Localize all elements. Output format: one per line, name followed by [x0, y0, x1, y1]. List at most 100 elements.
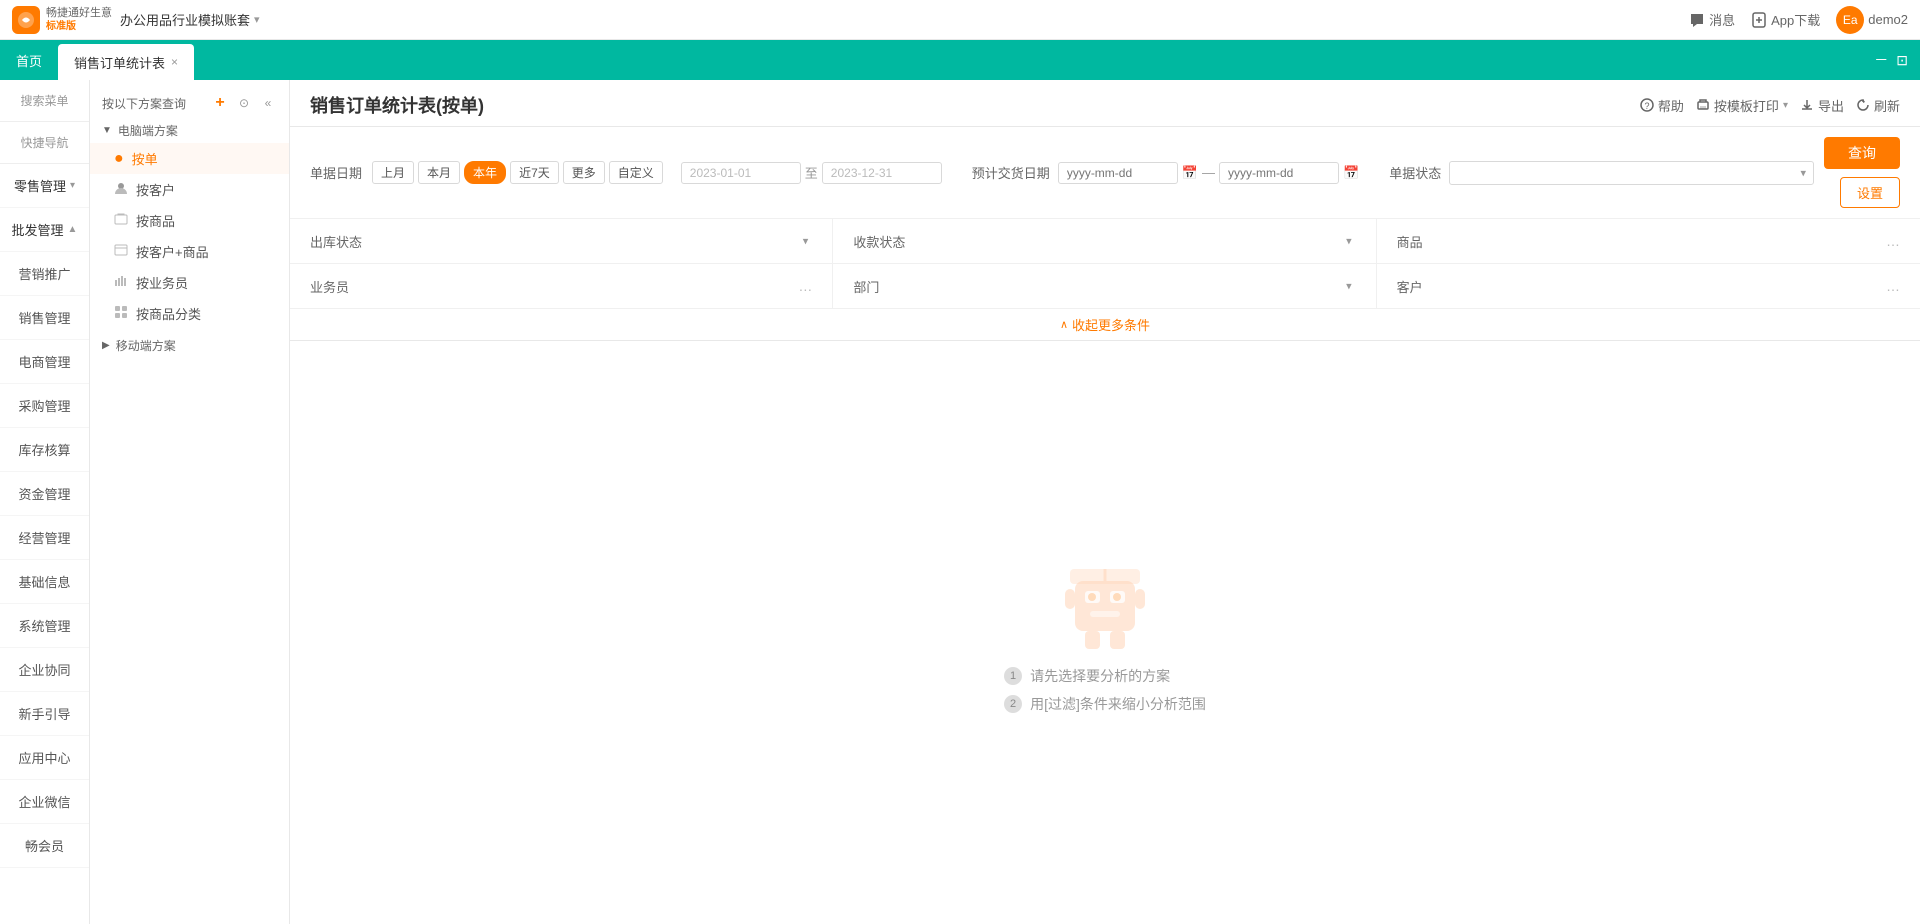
by-salesperson-icon	[114, 274, 128, 291]
doc-status-select-wrapper	[1449, 161, 1814, 185]
right-panel: 销售订单统计表(按单) ? 帮助 按模板打印 ▾ 导出	[290, 80, 1920, 924]
empty-illustration	[1055, 551, 1155, 654]
top-bar-right: 消息 App下载 Ea demo2	[1689, 6, 1908, 34]
doc-status-area: 单据状态	[1389, 161, 1814, 185]
tab-home[interactable]: 首页	[0, 40, 58, 80]
receipt-status-dropdown	[913, 230, 1355, 252]
sidebar-item-wechat[interactable]: 企业微信	[0, 780, 89, 824]
salesperson-input[interactable]	[357, 274, 798, 298]
expected-date-from-input[interactable]	[1058, 162, 1178, 184]
edit-scheme-button[interactable]: ⊙	[235, 94, 253, 112]
logo-area: 畅捷通好生意 标准版	[12, 6, 112, 34]
customer-input[interactable]	[1431, 274, 1886, 298]
collapse-up-icon: ∧	[1060, 318, 1068, 331]
refresh-button[interactable]: 刷新	[1856, 96, 1900, 115]
window-minimize-icon[interactable]: －	[1874, 50, 1888, 70]
this-month-button[interactable]: 本月	[418, 161, 460, 184]
receipt-status-select[interactable]	[913, 230, 1355, 252]
tab-close-icon[interactable]: ×	[171, 55, 178, 69]
sidebar-item-enterprise[interactable]: 企业协同	[0, 648, 89, 692]
tab-sales-order-stats[interactable]: 销售订单统计表 ×	[58, 44, 194, 80]
filter-row-2: 出库状态 收款状态 商品 …	[290, 219, 1920, 264]
scheme-by-customer-product[interactable]: 按客户+商品	[90, 236, 289, 267]
by-customer-icon	[114, 181, 128, 198]
receipt-status-cell: 收款状态	[833, 219, 1376, 263]
collapse-filters-button[interactable]: ∧ 收起更多条件	[290, 309, 1920, 340]
retail-arrow-icon: ▾	[70, 180, 75, 191]
avatar: Ea	[1836, 6, 1864, 34]
date-range: 至	[681, 162, 942, 184]
ship-status-dropdown	[370, 230, 812, 252]
sidebar-item-inventory[interactable]: 库存核算	[0, 428, 89, 472]
empty-tips: 1 请先选择要分析的方案 2 用[过滤]条件来缩小分析范围	[1004, 666, 1206, 714]
chevron-down-icon: ▾	[254, 13, 260, 26]
product-more-icon[interactable]: …	[1886, 233, 1900, 249]
scheme-by-salesperson[interactable]: 按业务员	[90, 267, 289, 298]
sidebar-search[interactable]: 搜索菜单	[0, 80, 89, 122]
collapse-panel-button[interactable]: «	[259, 94, 277, 112]
sidebar: 搜索菜单 快捷导航 零售管理 ▾ 批发管理 ▲ 营销推广 销售管理 电商管理 采…	[0, 80, 90, 924]
settings-button[interactable]: 设置	[1840, 177, 1900, 208]
wholesale-arrow-icon: ▲	[68, 224, 78, 235]
sidebar-item-purchase[interactable]: 采购管理	[0, 384, 89, 428]
sidebar-quick-nav[interactable]: 快捷导航	[0, 122, 89, 164]
scheme-by-product[interactable]: 按商品	[90, 205, 289, 236]
message-button[interactable]: 消息	[1689, 10, 1735, 29]
doc-status-select[interactable]	[1449, 161, 1814, 185]
query-actions: 查询 设置	[1824, 137, 1900, 208]
current-year-button[interactable]: 本年	[464, 161, 506, 184]
dept-select[interactable]	[887, 275, 1355, 297]
main-content: 搜索菜单 快捷导航 零售管理 ▾ 批发管理 ▲ 营销推广 销售管理 电商管理 采…	[0, 80, 1920, 924]
app-download-button[interactable]: App下载	[1751, 10, 1820, 29]
date-quick-buttons: 上月 本月 本年 近7天 更多 自定义	[372, 161, 663, 184]
pc-section-header[interactable]: ▼ 电脑端方案	[90, 118, 289, 143]
window-maximize-icon[interactable]: ⊡	[1896, 52, 1908, 69]
sidebar-item-finance[interactable]: 资金管理	[0, 472, 89, 516]
add-scheme-button[interactable]: +	[211, 94, 229, 112]
sidebar-item-marketing[interactable]: 营销推广	[0, 252, 89, 296]
salesperson-more-icon[interactable]: …	[798, 278, 812, 294]
product-input[interactable]	[1431, 229, 1886, 253]
expected-date-area: 预计交货日期 📅 — 📅	[972, 162, 1359, 184]
sidebar-item-operations[interactable]: 经营管理	[0, 516, 89, 560]
page-actions: ? 帮助 按模板打印 ▾ 导出 刷新	[1640, 96, 1900, 115]
user-avatar[interactable]: Ea demo2	[1836, 6, 1908, 34]
sidebar-item-ecommerce[interactable]: 电商管理	[0, 340, 89, 384]
scheme-by-customer[interactable]: 按客户	[90, 174, 289, 205]
date-from-input[interactable]	[681, 162, 801, 184]
by-product-icon	[114, 212, 128, 229]
sidebar-item-member[interactable]: 畅会员	[0, 824, 89, 868]
print-button[interactable]: 按模板打印 ▾	[1696, 96, 1788, 115]
ship-status-cell: 出库状态	[290, 219, 833, 263]
mobile-section-header[interactable]: ▶ 移动端方案	[90, 333, 289, 358]
sidebar-item-basic-info[interactable]: 基础信息	[0, 560, 89, 604]
nav-tab-actions: － ⊡	[1874, 50, 1920, 70]
sidebar-item-app-center[interactable]: 应用中心	[0, 736, 89, 780]
ship-status-select[interactable]	[370, 230, 812, 252]
help-button[interactable]: ? 帮助	[1640, 96, 1684, 115]
last-month-button[interactable]: 上月	[372, 161, 414, 184]
logo-icon	[12, 6, 40, 34]
calendar-to-icon[interactable]: 📅	[1343, 165, 1359, 181]
custom-date-button[interactable]: 自定义	[609, 161, 663, 184]
scheme-by-category[interactable]: 按商品分类	[90, 298, 289, 329]
left-panel-actions: + ⊙ «	[211, 94, 277, 112]
sidebar-item-newbie[interactable]: 新手引导	[0, 692, 89, 736]
sidebar-item-wholesale[interactable]: 批发管理 ▲	[0, 208, 89, 252]
date-to-input[interactable]	[822, 162, 942, 184]
app-selector[interactable]: 办公用品行业模拟账套 ▾	[120, 10, 260, 29]
scheme-by-order[interactable]: ● 按单	[90, 143, 289, 174]
calendar-from-icon[interactable]: 📅	[1182, 165, 1198, 181]
pc-section-arrow-icon: ▼	[102, 125, 112, 136]
expected-date-to-input[interactable]	[1219, 162, 1339, 184]
sidebar-item-retail[interactable]: 零售管理 ▾	[0, 164, 89, 208]
sidebar-item-system[interactable]: 系统管理	[0, 604, 89, 648]
left-panel-header: 按以下方案查询 + ⊙ «	[90, 88, 289, 118]
sidebar-item-sales[interactable]: 销售管理	[0, 296, 89, 340]
more-date-button[interactable]: 更多	[563, 161, 605, 184]
export-button[interactable]: 导出	[1800, 96, 1844, 115]
customer-more-icon[interactable]: …	[1886, 278, 1900, 294]
last7days-button[interactable]: 近7天	[510, 161, 559, 184]
top-bar: 畅捷通好生意 标准版 办公用品行业模拟账套 ▾ 消息 App下载 Ea demo…	[0, 0, 1920, 40]
query-button[interactable]: 查询	[1824, 137, 1900, 169]
